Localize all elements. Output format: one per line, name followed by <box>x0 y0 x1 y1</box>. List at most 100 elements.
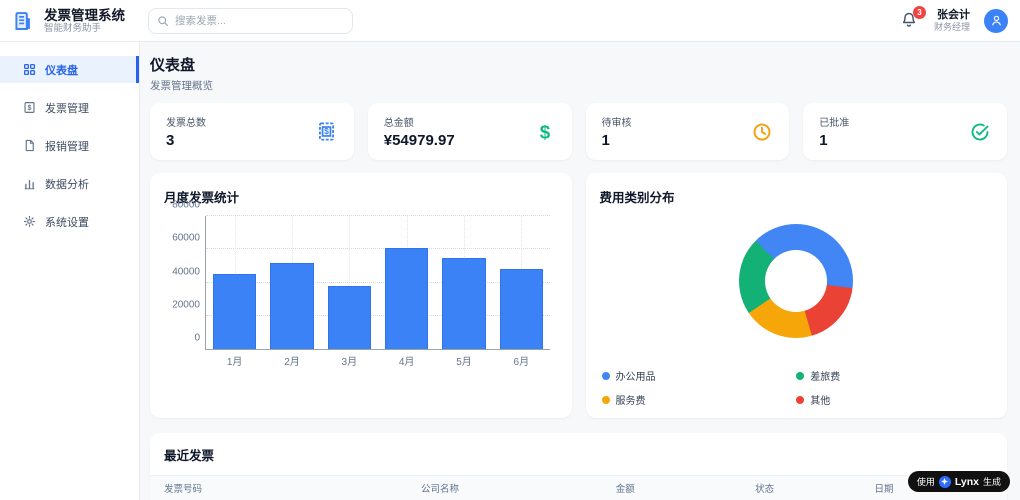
user-role: 财务经理 <box>933 21 970 32</box>
stat-value: ¥54979.97 <box>383 132 455 149</box>
stat-label: 待审核 <box>601 118 632 129</box>
sidebar-item-2[interactable]: 报销管理 <box>0 132 139 159</box>
notification-badge: 3 <box>912 5 926 19</box>
legend-label: 办公用品 <box>615 372 656 383</box>
stat-value: 1 <box>601 132 610 149</box>
legend-label: 差旅费 <box>810 372 841 383</box>
column-header: 公司名称 <box>420 484 459 495</box>
settings-icon <box>22 215 36 229</box>
page-subtitle: 发票管理概览 <box>150 80 213 92</box>
legend-item: 办公用品 <box>601 368 797 383</box>
bar-group-1月: 1月 <box>206 216 263 368</box>
bar-chart-bars: 1月 2月 3月 4月 5月 6月 <box>206 216 550 368</box>
app-title: 发票管理系统 <box>44 7 125 23</box>
y-axis-tick: 0 <box>194 332 200 344</box>
y-axis-tick: 80000 <box>172 199 200 211</box>
sidebar: 仪表盘 $ 发票管理 报销管理 数据分析 系统设置 <box>0 42 140 500</box>
search-icon <box>157 15 169 27</box>
x-axis-tick: 2月 <box>284 357 300 368</box>
stat-cards: 发票总数 3 $ 总金额 ¥54979.97 $ 待审核 1 已批准 1 <box>150 103 1007 160</box>
sidebar-item-label: 报销管理 <box>45 140 89 153</box>
search-input[interactable] <box>175 14 344 27</box>
legend-dot <box>796 395 805 404</box>
bar-group-5月: 5月 <box>435 216 492 368</box>
x-axis-tick: 3月 <box>341 357 358 368</box>
expense-category-chart-card: 费用类别分布 办公用品 差旅费 服务费 其他 <box>585 173 1007 418</box>
bar <box>327 285 372 349</box>
badge-suffix: 生成 <box>982 477 1001 487</box>
clock-icon <box>751 121 773 143</box>
invoice-stamp-icon: $ <box>316 121 338 143</box>
badge-brand: Lynx <box>954 475 979 488</box>
dollar-icon: $ <box>534 121 556 143</box>
sidebar-nav: 仪表盘 $ 发票管理 报销管理 数据分析 系统设置 <box>0 56 139 235</box>
stat-card-3: 已批准 1 <box>803 103 1007 160</box>
monthly-invoice-chart-card: 月度发票统计 80000 60000 40000 20000 0 1月 2月 3月 4月 <box>150 173 572 418</box>
x-axis-tick: 4月 <box>398 357 415 368</box>
donut-chart <box>739 224 854 338</box>
x-axis-tick: 6月 <box>513 357 530 368</box>
svg-text:$: $ <box>539 122 550 142</box>
dashboard-icon <box>22 63 36 77</box>
donut-chart-title: 费用类别分布 <box>599 191 675 205</box>
bar <box>499 269 544 349</box>
bar-group-4月: 4月 <box>378 216 435 368</box>
svg-text:$: $ <box>27 105 31 112</box>
bar <box>384 247 429 349</box>
legend-item: 其他 <box>796 392 991 407</box>
recent-invoices-card: 最近发票 发票号码公司名称金额状态日期 12345678901234567890… <box>150 433 1007 500</box>
sidebar-item-4[interactable]: 系统设置 <box>0 208 139 235</box>
stat-card-1: 总金额 ¥54979.97 $ <box>367 103 572 160</box>
bar-group-3月: 3月 <box>321 216 378 368</box>
stat-value: 3 <box>166 132 175 149</box>
svg-text:$: $ <box>324 126 329 136</box>
bar <box>270 262 314 349</box>
user-info: 张会计 财务经理 <box>934 9 970 33</box>
lynx-logo-icon <box>938 475 951 488</box>
top-header: 发票管理系统 智能财务助手 3 张会计 财务经理 <box>0 0 1020 42</box>
legend-dot <box>796 371 805 380</box>
bar-chart-title: 月度发票统计 <box>164 191 240 205</box>
legend-item: 服务费 <box>601 392 797 407</box>
sidebar-item-3[interactable]: 数据分析 <box>0 170 139 197</box>
stat-value: 1 <box>819 132 828 149</box>
bar-group-2月: 2月 <box>263 216 320 368</box>
column-header: 金额 <box>615 484 635 495</box>
bar-group-6月: 6月 <box>493 216 550 368</box>
check-circle-icon <box>969 121 991 143</box>
report-icon <box>22 139 36 153</box>
y-axis-tick: 20000 <box>172 299 200 311</box>
sidebar-item-label: 发票管理 <box>45 102 89 115</box>
bar-chart-plot: 80000 60000 40000 20000 0 1月 2月 3月 4月 5月 6月 <box>172 200 550 368</box>
stat-label: 总金额 <box>383 118 414 129</box>
user-avatar[interactable] <box>984 8 1008 33</box>
sidebar-item-1[interactable]: $ 发票管理 <box>0 94 139 121</box>
app-tagline: 智能财务助手 <box>44 22 102 34</box>
lynx-generator-badge[interactable]: 使用 Lynx 生成 <box>907 471 1010 492</box>
column-header: 发票号码 <box>164 484 203 495</box>
bar <box>212 274 257 349</box>
stat-card-2: 待审核 1 <box>585 103 790 160</box>
analytics-icon <box>22 177 36 191</box>
page-title: 仪表盘 <box>150 57 196 74</box>
sidebar-item-0[interactable]: 仪表盘 <box>0 56 139 83</box>
column-header: 状态 <box>755 484 775 495</box>
legend-dot <box>601 371 610 380</box>
user-name: 张会计 <box>937 8 970 21</box>
building-logo-icon <box>10 8 36 34</box>
y-axis-tick: 40000 <box>172 266 200 277</box>
legend-dot <box>601 395 610 404</box>
sidebar-item-label: 数据分析 <box>45 178 89 191</box>
notifications-button[interactable]: 3 <box>900 5 926 31</box>
search-box[interactable] <box>148 7 353 34</box>
bar <box>442 257 486 349</box>
app-logo: 发票管理系统 智能财务助手 <box>10 8 140 34</box>
table-header-row: 发票号码 公司名称 金额 状态 日期 <box>150 475 1007 500</box>
badge-prefix: 使用 <box>916 477 935 487</box>
main-content: 仪表盘 发票管理概览 发票总数 3 $ 总金额 ¥54979.97 $ 待审核 … <box>140 42 1020 500</box>
invoice-icon: $ <box>22 101 36 115</box>
recent-invoices-title: 最近发票 <box>164 449 215 463</box>
sidebar-item-label: 仪表盘 <box>45 64 78 77</box>
legend-label: 服务费 <box>615 396 646 407</box>
legend-label: 其他 <box>810 396 831 407</box>
